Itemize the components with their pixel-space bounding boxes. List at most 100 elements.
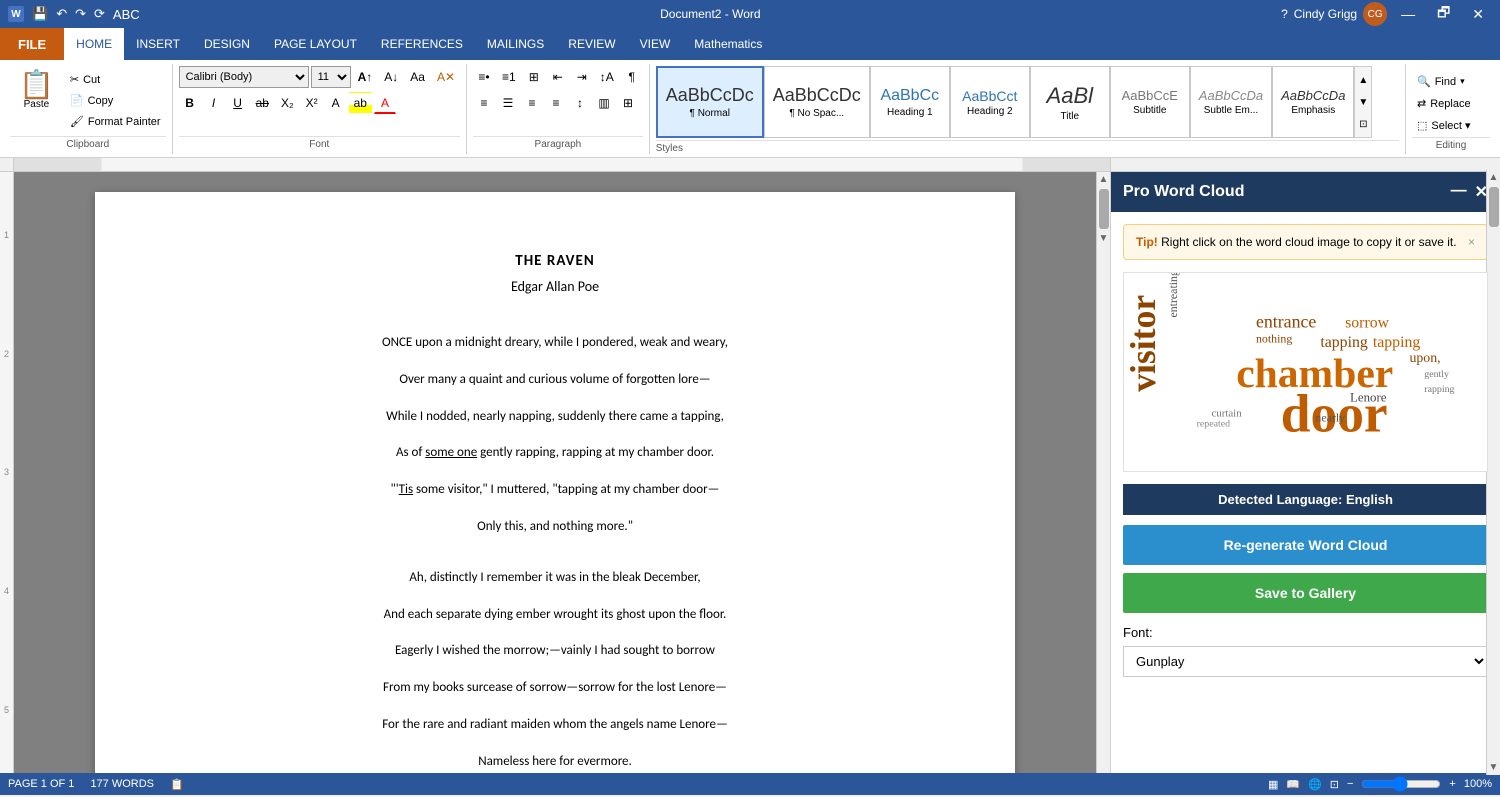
zoom-out-icon[interactable]: − [1347,778,1353,790]
poem-line-6[interactable]: Only this, and nothing more." [175,517,935,538]
view-outline-icon[interactable]: ⊡ [1330,778,1339,791]
poem-line-9[interactable]: Eagerly I wished the morrow;—vainly I ha… [175,641,935,662]
scroll-up-button[interactable]: ▲ [1097,172,1111,187]
numbered-list-button[interactable]: ≡1 [497,66,521,88]
sidebar-scroll-down[interactable]: ▼ [1487,760,1500,775]
change-case-button[interactable]: Aa [405,66,430,88]
regen-button[interactable]: Re-generate Word Cloud [1123,525,1488,565]
review-menu[interactable]: REVIEW [556,28,627,60]
view-reading-icon[interactable]: 📖 [1286,778,1300,791]
style-subtitle-button[interactable]: AaBbCcE Subtitle [1110,66,1190,138]
font-name-select[interactable]: Calibri (Body) [179,66,309,88]
replace-button[interactable]: ⇄ Replace [1412,94,1476,113]
minimize-button[interactable]: — [1393,6,1423,22]
sidebar-scroll-up[interactable]: ▲ [1487,170,1500,185]
references-menu[interactable]: REFERENCES [369,28,475,60]
format-painter-button[interactable]: 🖌 Format Painter [65,112,166,131]
bold-button[interactable]: B [179,92,201,114]
increase-indent-button[interactable]: ⇥ [571,66,593,88]
poem-author[interactable]: Edgar Allan Poe [175,278,935,295]
align-center-button[interactable]: ☰ [497,92,519,114]
insert-menu[interactable]: INSERT [124,28,192,60]
sort-button[interactable]: ↕A [595,66,619,88]
zoom-slider[interactable] [1361,776,1441,792]
view-normal-icon[interactable]: ▦ [1268,778,1278,791]
style-title-preview: AaBl [1047,83,1093,109]
help-icon[interactable]: ? [1281,7,1288,21]
cut-button[interactable]: ✂ Cut [65,70,166,89]
tip-close-button[interactable]: × [1468,235,1475,249]
font-dropdown[interactable]: Gunplay Arial Times New Roman Impact [1123,646,1488,677]
clear-format-button[interactable]: A✕ [432,66,460,88]
subscript-button[interactable]: X₂ [276,92,299,114]
poem-line-12[interactable]: Nameless here for evermore. [175,752,935,773]
word-cloud-image[interactable]: door chamber visitor entrance sorrow tap… [1123,272,1488,472]
quick-access-save[interactable]: 💾 [32,6,48,22]
style-normal-button[interactable]: AaBbCcDc ¶ Normal [656,66,764,138]
font-color-button[interactable]: A [374,92,396,114]
mailings-menu[interactable]: MAILINGS [475,28,556,60]
proofing-icon[interactable]: 📋 [170,778,184,791]
bullet-list-button[interactable]: ≡• [473,66,495,88]
sidebar-minimize-button[interactable]: — [1451,182,1467,202]
superscript-button[interactable]: X² [301,92,323,114]
border-button[interactable]: ⊞ [617,92,639,114]
show-para-button[interactable]: ¶ [621,66,643,88]
view-web-icon[interactable]: 🌐 [1308,778,1322,791]
font-shrink-button[interactable]: A↓ [379,66,403,88]
style-heading1-button[interactable]: AaBbCc Heading 1 [870,66,950,138]
shading-button[interactable]: ▥ [593,92,615,114]
restore-button[interactable]: 🗗 [1429,2,1458,26]
decrease-indent-button[interactable]: ⇤ [547,66,569,88]
find-button[interactable]: 🔍 Find ▾ [1412,72,1470,91]
poem-line-2[interactable]: Over many a quaint and curious volume of… [175,370,935,391]
align-left-button[interactable]: ≡ [473,92,495,114]
style-no-spacing-button[interactable]: AaBbCcDc ¶ No Spac... [764,66,870,138]
zoom-in-icon[interactable]: + [1449,778,1455,790]
quick-access-redo[interactable]: ↷ [75,6,86,22]
quick-access-spell[interactable]: ABC [113,7,140,22]
copy-button[interactable]: 📄 Copy [65,91,166,110]
strikethrough-button[interactable]: ab [251,92,274,114]
paste-button[interactable]: 📋 Paste [10,66,63,115]
poem-line-5[interactable]: "'Tis some visitor," I muttered, "tappin… [175,480,935,501]
poem-title[interactable]: THE RAVEN [175,252,935,270]
poem-line-3[interactable]: While I nodded, nearly napping, suddenly… [175,407,935,428]
view-menu[interactable]: VIEW [628,28,683,60]
select-button[interactable]: ⬚ Select ▾ [1412,116,1476,135]
font-grow-button[interactable]: A↑ [353,66,378,88]
poem-line-4[interactable]: As of some one gently rapping, rapping a… [175,443,935,464]
save-gallery-button[interactable]: Save to Gallery [1123,573,1488,613]
poem-line-8[interactable]: And each separate dying ember wrought it… [175,605,935,626]
font-size-select[interactable]: 11 [311,66,351,88]
file-menu[interactable]: FILE [0,28,64,60]
close-button[interactable]: ✕ [1464,6,1492,23]
scroll-down-button[interactable]: ▼ [1097,231,1111,246]
underline-button[interactable]: U [227,92,249,114]
poem-line-1[interactable]: ONCE upon a midnight dreary, while I pon… [175,333,935,354]
quick-access-undo[interactable]: ↶ [56,6,67,22]
align-right-button[interactable]: ≡ [521,92,543,114]
home-menu[interactable]: HOME [64,28,124,60]
highlight-button[interactable]: ab [349,92,372,114]
mathematics-menu[interactable]: Mathematics [682,28,774,60]
design-menu[interactable]: DESIGN [192,28,262,60]
quick-access-repeat[interactable]: ⟳ [94,6,105,22]
multilevel-list-button[interactable]: ⊞ [523,66,545,88]
text-effect-button[interactable]: A [325,92,347,114]
scroll-thumb[interactable] [1099,189,1109,229]
poem-line-11[interactable]: For the rare and radiant maiden whom the… [175,715,935,736]
line-spacing-button[interactable]: ↕ [569,92,591,114]
style-emphasis-button[interactable]: AaBbCcDa Emphasis [1272,66,1354,138]
styles-scroll-up-button[interactable]: ▲ ▼ ⊡ [1354,66,1372,138]
style-title-button[interactable]: AaBl Title [1030,66,1110,138]
italic-button[interactable]: I [203,92,225,114]
page-layout-menu[interactable]: PAGE LAYOUT [262,28,369,60]
justify-button[interactable]: ≡ [545,92,567,114]
style-subtle-button[interactable]: AaBbCcDa Subtle Em... [1190,66,1272,138]
poem-line-10[interactable]: From my books surcease of sorrow—sorrow … [175,678,935,699]
sidebar-scroll-thumb[interactable] [1489,187,1499,227]
document-scroll-area[interactable]: THE RAVEN Edgar Allan Poe ONCE upon a mi… [14,172,1096,773]
poem-line-7[interactable]: Ah, distinctly I remember it was in the … [175,568,935,589]
style-heading2-button[interactable]: AaBbCct Heading 2 [950,66,1030,138]
